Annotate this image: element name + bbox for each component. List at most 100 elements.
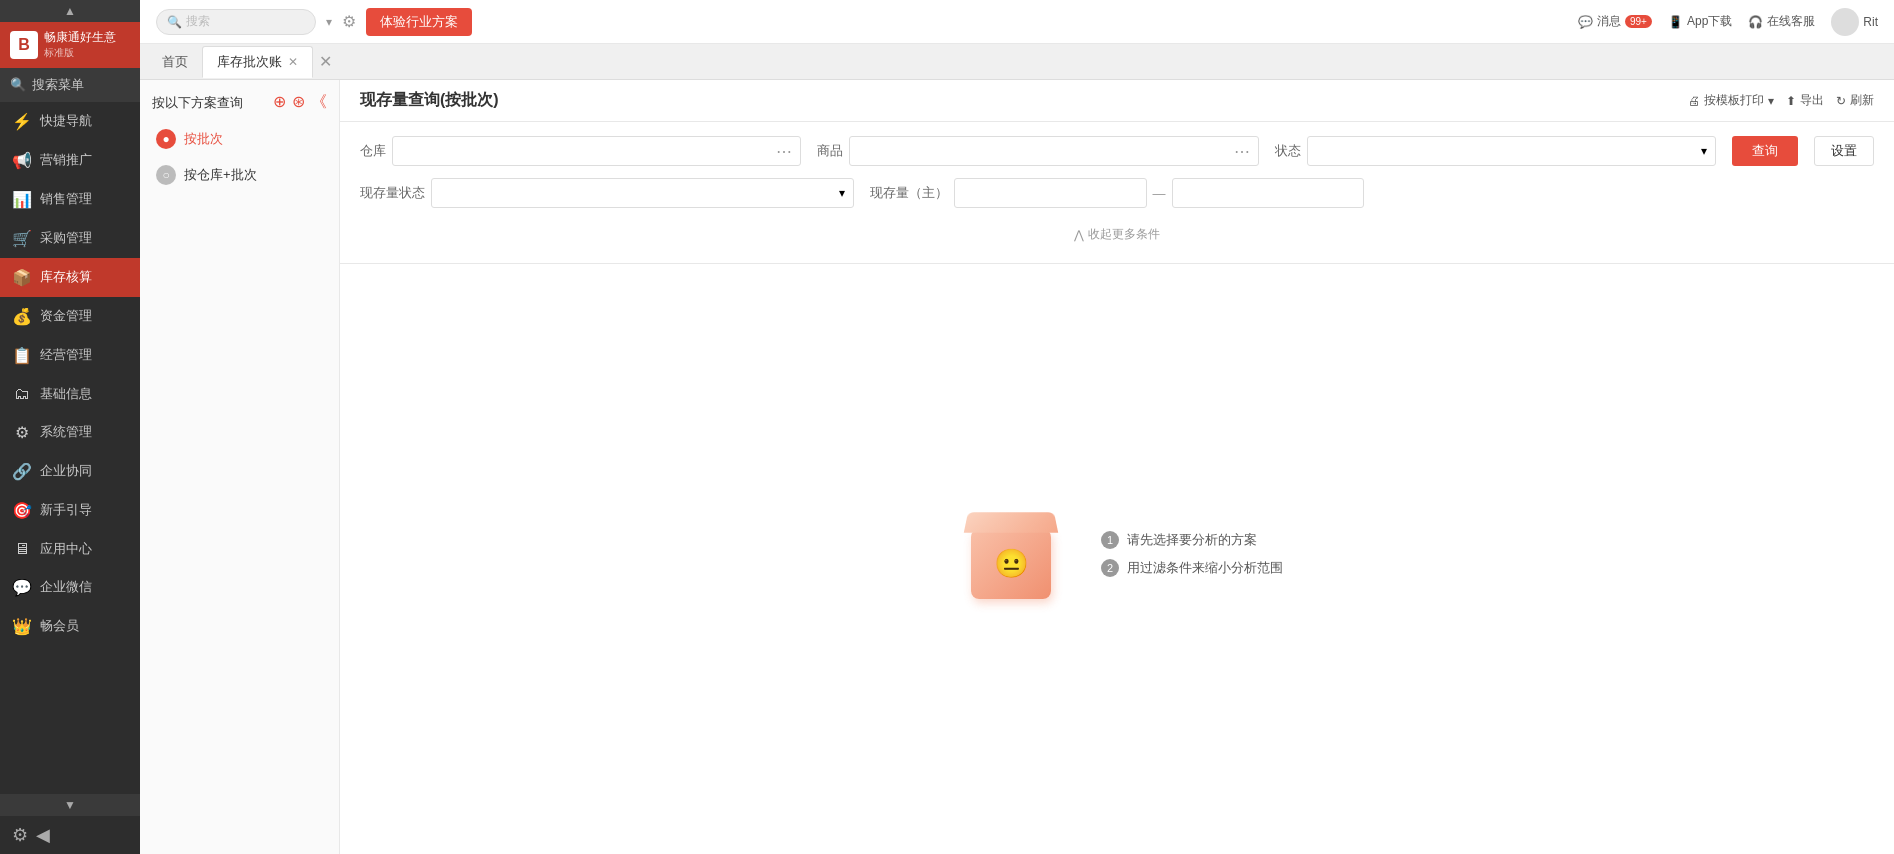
- step-2-num: 2: [1101, 559, 1119, 577]
- add-solution-icon[interactable]: ⊕: [273, 92, 286, 113]
- sidebar-item-purchase-label: 采购管理: [40, 229, 92, 247]
- export-label: 导出: [1800, 92, 1824, 109]
- username-label: Rit: [1863, 15, 1878, 29]
- topbar-chevron-icon[interactable]: ▾: [326, 15, 332, 29]
- sidebar-item-inventory[interactable]: 📦 库存核算: [0, 258, 140, 297]
- sidebar-item-shortcuts[interactable]: ⚡ 快捷导航: [0, 102, 140, 141]
- page-header: 现存量查询(按批次) 🖨 按模板打印 ▾ ⬆ 导出 ↻ 刷新: [340, 80, 1894, 122]
- purchase-icon: 🛒: [12, 229, 32, 248]
- status-select-chevron: ▾: [1701, 144, 1707, 158]
- filter-status: 状态 ▾: [1275, 136, 1716, 166]
- topbar-gear-icon[interactable]: ⚙: [342, 12, 356, 31]
- solution-item-by-warehouse-batch[interactable]: ○ 按仓库+批次: [140, 157, 339, 193]
- sidebar-item-sales-label: 销售管理: [40, 190, 92, 208]
- tab-home[interactable]: 首页: [148, 47, 202, 77]
- tabbar: 首页 库存批次账 ✕ ✕: [140, 44, 1894, 80]
- qty-range-from[interactable]: [954, 178, 1147, 208]
- inventory-status-select[interactable]: ▾: [431, 178, 854, 208]
- by-batch-icon: ●: [156, 129, 176, 149]
- app-download-action[interactable]: 📱 App下载: [1668, 13, 1732, 30]
- left-panel-actions: ⊕ ⊛ 《: [273, 92, 327, 113]
- topbar: 🔍 搜索 ▾ ⚙ 体验行业方案 💬 消息 99+ 📱 App下载 🎧 在线客服: [140, 0, 1894, 44]
- messages-label: 消息: [1597, 13, 1621, 30]
- messages-action[interactable]: 💬 消息 99+: [1578, 13, 1652, 30]
- inventory-icon: 📦: [12, 268, 32, 287]
- main-area: 🔍 搜索 ▾ ⚙ 体验行业方案 💬 消息 99+ 📱 App下载 🎧 在线客服: [140, 0, 1894, 854]
- warehouse-more-icon[interactable]: ⋯: [776, 142, 792, 161]
- inventory-status-label: 现存量状态: [360, 184, 425, 202]
- online-service-action[interactable]: 🎧 在线客服: [1748, 13, 1815, 30]
- empty-step-1: 1 请先选择要分析的方案: [1101, 531, 1283, 549]
- sidebar-header: B 畅康通好生意 标准版: [0, 22, 140, 68]
- sidebar-item-basic-label: 基础信息: [40, 385, 92, 403]
- messages-badge: 99+: [1625, 15, 1652, 28]
- query-button[interactable]: 查询: [1732, 136, 1798, 166]
- tab-batch[interactable]: 库存批次账 ✕: [202, 46, 313, 78]
- left-panel: 按以下方案查询 ⊕ ⊛ 《 ● 按批次 ○ 按仓库+批次: [140, 80, 340, 854]
- settings-solution-icon[interactable]: ⊛: [292, 92, 305, 113]
- sidebar-item-apps[interactable]: 🖥 应用中心: [0, 530, 140, 568]
- page-area: 按以下方案查询 ⊕ ⊛ 《 ● 按批次 ○ 按仓库+批次 现存量查询(按批次): [140, 80, 1894, 854]
- solution-item-by-batch[interactable]: ● 按批次: [140, 121, 339, 157]
- sidebar-scroll-down[interactable]: ▼: [0, 794, 140, 816]
- topbar-search-bar[interactable]: 🔍 搜索: [156, 9, 316, 35]
- sidebar-item-system-label: 系统管理: [40, 423, 92, 441]
- sidebar-title: 畅康通好生意: [44, 30, 116, 46]
- sidebar-item-system[interactable]: ⚙ 系统管理: [0, 413, 140, 452]
- topbar-search-icon: 🔍: [167, 15, 182, 29]
- wechat-icon: 💬: [12, 578, 32, 597]
- print-icon: 🖨: [1688, 94, 1700, 108]
- sidebar-scroll-up[interactable]: ▲: [0, 0, 140, 22]
- status-filter-label: 状态: [1275, 142, 1301, 160]
- sidebar-item-operations[interactable]: 📋 经营管理: [0, 336, 140, 375]
- product-filter-label: 商品: [817, 142, 843, 160]
- print-template-btn[interactable]: 🖨 按模板打印 ▾: [1688, 92, 1774, 109]
- system-icon: ⚙: [12, 423, 32, 442]
- empty-step-2: 2 用过滤条件来缩小分析范围: [1101, 559, 1283, 577]
- sidebar-item-finance[interactable]: 💰 资金管理: [0, 297, 140, 336]
- tab-close-icon[interactable]: ✕: [288, 55, 298, 69]
- warehouse-input[interactable]: ⋯: [392, 136, 801, 166]
- sidebar-item-shortcuts-label: 快捷导航: [40, 112, 92, 130]
- right-content: 现存量查询(按批次) 🖨 按模板打印 ▾ ⬆ 导出 ↻ 刷新: [340, 80, 1894, 854]
- sidebar-item-basic[interactable]: 🗂 基础信息: [0, 375, 140, 413]
- sidebar-item-wechat[interactable]: 💬 企业微信: [0, 568, 140, 607]
- close-tab-area-icon[interactable]: ✕: [319, 52, 332, 71]
- sidebar-item-marketing[interactable]: 📢 营销推广: [0, 141, 140, 180]
- sidebar-item-newbie[interactable]: 🎯 新手引导: [0, 491, 140, 530]
- sidebar-item-operations-label: 经营管理: [40, 346, 92, 364]
- collapse-footer-icon[interactable]: ◀: [36, 824, 50, 846]
- enterprise-icon: 🔗: [12, 462, 32, 481]
- collapse-more-btn[interactable]: ⋀ 收起更多条件: [360, 220, 1874, 249]
- sidebar-item-marketing-label: 营销推广: [40, 151, 92, 169]
- industry-btn[interactable]: 体验行业方案: [366, 8, 472, 36]
- inventory-qty-range: —: [954, 178, 1364, 208]
- sidebar-item-sales[interactable]: 📊 销售管理: [0, 180, 140, 219]
- empty-state: 1 请先选择要分析的方案 2 用过滤条件来缩小分析范围: [340, 264, 1894, 854]
- user-menu[interactable]: Rit: [1831, 8, 1878, 36]
- newbie-icon: 🎯: [12, 501, 32, 520]
- sidebar-item-members[interactable]: 👑 畅会员: [0, 607, 140, 646]
- sidebar-subtitle: 标准版: [44, 46, 116, 60]
- sidebar-nav: ⚡ 快捷导航 📢 营销推广 📊 销售管理 🛒 采购管理 📦 库存核算 💰 资金管…: [0, 102, 140, 794]
- collapse-left-panel-icon[interactable]: 《: [311, 92, 327, 113]
- search-icon: 🔍: [10, 77, 26, 92]
- settings-footer-icon[interactable]: ⚙: [12, 824, 28, 846]
- settings-button[interactable]: 设置: [1814, 136, 1874, 166]
- by-warehouse-batch-label: 按仓库+批次: [184, 166, 257, 184]
- qty-range-to[interactable]: [1172, 178, 1365, 208]
- sidebar-item-purchase[interactable]: 🛒 采购管理: [0, 219, 140, 258]
- status-select[interactable]: ▾: [1307, 136, 1716, 166]
- sidebar-search[interactable]: 🔍 搜索菜单: [0, 68, 140, 102]
- filter-row-1: 仓库 ⋯ 商品 ⋯ 状态: [360, 136, 1874, 166]
- warehouse-filter-label: 仓库: [360, 142, 386, 160]
- print-template-label: 按模板打印: [1704, 92, 1764, 109]
- sidebar-search-label: 搜索菜单: [32, 76, 84, 94]
- refresh-btn[interactable]: ↻ 刷新: [1836, 92, 1874, 109]
- sidebar-item-enterprise[interactable]: 🔗 企业协同: [0, 452, 140, 491]
- sales-icon: 📊: [12, 190, 32, 209]
- export-btn[interactable]: ⬆ 导出: [1786, 92, 1824, 109]
- product-input[interactable]: ⋯: [849, 136, 1258, 166]
- app-download-label: App下载: [1687, 13, 1732, 30]
- product-more-icon[interactable]: ⋯: [1234, 142, 1250, 161]
